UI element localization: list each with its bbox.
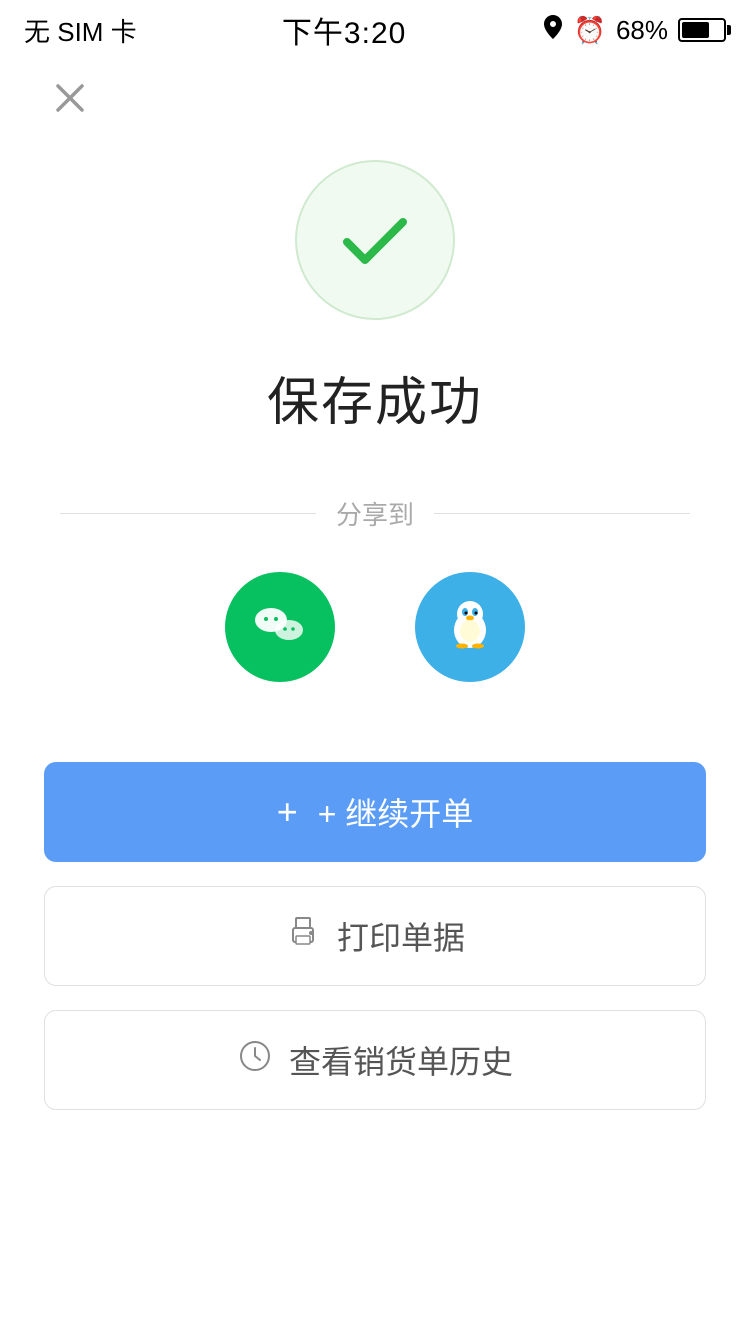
continue-label: + 继续开单 xyxy=(318,789,474,835)
alarm-icon: ⏰ xyxy=(574,15,606,46)
plus-icon: + xyxy=(277,791,298,833)
battery-fill xyxy=(682,22,709,38)
status-left: 无 SIM 卡 xyxy=(24,12,147,49)
battery-icon xyxy=(678,18,726,42)
divider-line-right xyxy=(434,513,690,514)
print-icon xyxy=(285,914,321,958)
checkmark-icon xyxy=(335,200,415,280)
status-bar: 无 SIM 卡 下午3:20 ⏰ 68% xyxy=(0,0,750,60)
success-title: 保存成功 xyxy=(267,360,483,435)
location-icon xyxy=(542,14,564,47)
share-divider: 分享到 xyxy=(0,495,750,532)
history-icon xyxy=(237,1038,273,1082)
battery-percent: 68% xyxy=(616,15,668,46)
success-circle xyxy=(295,160,455,320)
print-button[interactable]: 打印单据 xyxy=(44,886,706,986)
print-label: 打印单据 xyxy=(337,913,465,959)
wechat-icon xyxy=(247,594,313,660)
continue-button[interactable]: + + 继续开单 xyxy=(44,762,706,862)
status-time: 下午3:20 xyxy=(282,8,406,52)
divider-line-left xyxy=(60,513,316,514)
history-button[interactable]: 查看销货单历史 xyxy=(44,1010,706,1110)
qq-icon xyxy=(437,594,503,660)
history-label: 查看销货单历史 xyxy=(289,1037,513,1083)
wechat-share-button[interactable] xyxy=(225,572,335,682)
status-right: ⏰ 68% xyxy=(542,14,726,47)
share-icons xyxy=(225,572,525,682)
main-content: 保存成功 分享到 xyxy=(0,60,750,1110)
action-buttons: + + 继续开单 打印单据 查看销货单历 xyxy=(0,762,750,1110)
qq-share-button[interactable] xyxy=(415,572,525,682)
share-label: 分享到 xyxy=(316,495,434,532)
carrier-text: 无 SIM 卡 xyxy=(24,12,137,49)
